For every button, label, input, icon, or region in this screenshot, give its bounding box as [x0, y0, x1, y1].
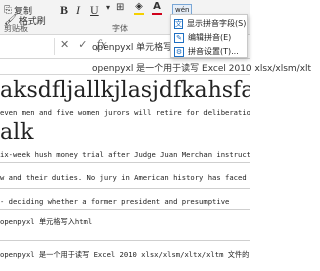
menu-item-pinyin-settings[interactable]: ⚙ 拼音设置(T)... — [174, 45, 246, 58]
italic-glyph: I — [76, 3, 80, 17]
doc-line: openpyxl 单元格写入html — [0, 217, 93, 226]
font-color-bar — [152, 13, 162, 15]
menu-item-label: 显示拼音字段(S) — [187, 19, 247, 28]
doc-line: w and their duties. No jury in American … — [0, 173, 250, 182]
show-pinyin-icon: 文 — [174, 18, 183, 29]
divider — [0, 209, 250, 210]
font-color-button[interactable]: A — [152, 2, 162, 15]
menu-item-label: 拼音设置(T)... — [188, 47, 239, 56]
italic-button[interactable]: I — [76, 3, 80, 18]
doc-line: alk — [0, 120, 34, 145]
border-icon: ⊞ — [116, 2, 125, 13]
font-color-icon: A — [153, 1, 161, 12]
bold-button[interactable]: B — [60, 3, 68, 18]
doc-line: even men and five women jurors will reti… — [0, 108, 250, 117]
formula-input-line2[interactable]: openpyxl 是一个用于读写 Excel 2010 xlsx/xlsm/xl… — [92, 61, 311, 74]
menu-item-show-pinyin[interactable]: 文 显示拼音字段(S) — [174, 17, 246, 30]
underline-glyph: U — [90, 3, 99, 17]
fill-color-bar — [134, 13, 144, 15]
pinyin-dropdown-menu: 文 显示拼音字段(S) ✎ 编辑拼音(E) ⚙ 拼音设置(T)... — [170, 14, 248, 58]
doc-line: openpyxl 是一个用于读写 Excel 2010 xlsx/xlsm/xl… — [0, 250, 250, 259]
border-button[interactable]: ⊞ — [116, 3, 124, 13]
clipboard-group-label: 剪贴板 — [4, 24, 28, 33]
pinyin-icon: wén — [175, 6, 190, 14]
underline-dropdown[interactable]: ▾ — [106, 3, 110, 12]
doc-line: - deciding whether a former president an… — [0, 197, 230, 206]
cancel-icon[interactable]: ✕ — [60, 38, 69, 51]
paint-bucket-icon: ◈ — [135, 1, 143, 12]
divider — [0, 240, 250, 241]
formula-bar-line2: openpyxl 是一个用于读写 Excel 2010 xlsx/xlsm/xl… — [0, 59, 311, 75]
confirm-icon[interactable]: ✓ — [78, 38, 87, 51]
name-box[interactable] — [0, 38, 55, 55]
divider — [0, 162, 250, 163]
underline-button[interactable]: U — [90, 3, 99, 18]
menu-item-edit-pinyin[interactable]: ✎ 编辑拼音(E) — [174, 31, 246, 44]
doc-line: ix-week hush money trial after Judge Jua… — [0, 150, 250, 159]
doc-line: aksdfljallkjlasjdfkahsfadlfk — [0, 78, 250, 103]
fill-color-button[interactable]: ◈ — [134, 2, 144, 15]
font-group-label: 字体 — [112, 24, 128, 33]
cell-content-area[interactable]: aksdfljallkjlasjdfkahsfadlfk even men an… — [0, 76, 250, 271]
divider — [0, 188, 250, 189]
bold-glyph: B — [60, 3, 69, 17]
edit-pinyin-icon: ✎ — [174, 32, 184, 43]
menu-item-label: 编辑拼音(E) — [188, 33, 232, 42]
pinyin-settings-icon: ⚙ — [174, 46, 184, 57]
